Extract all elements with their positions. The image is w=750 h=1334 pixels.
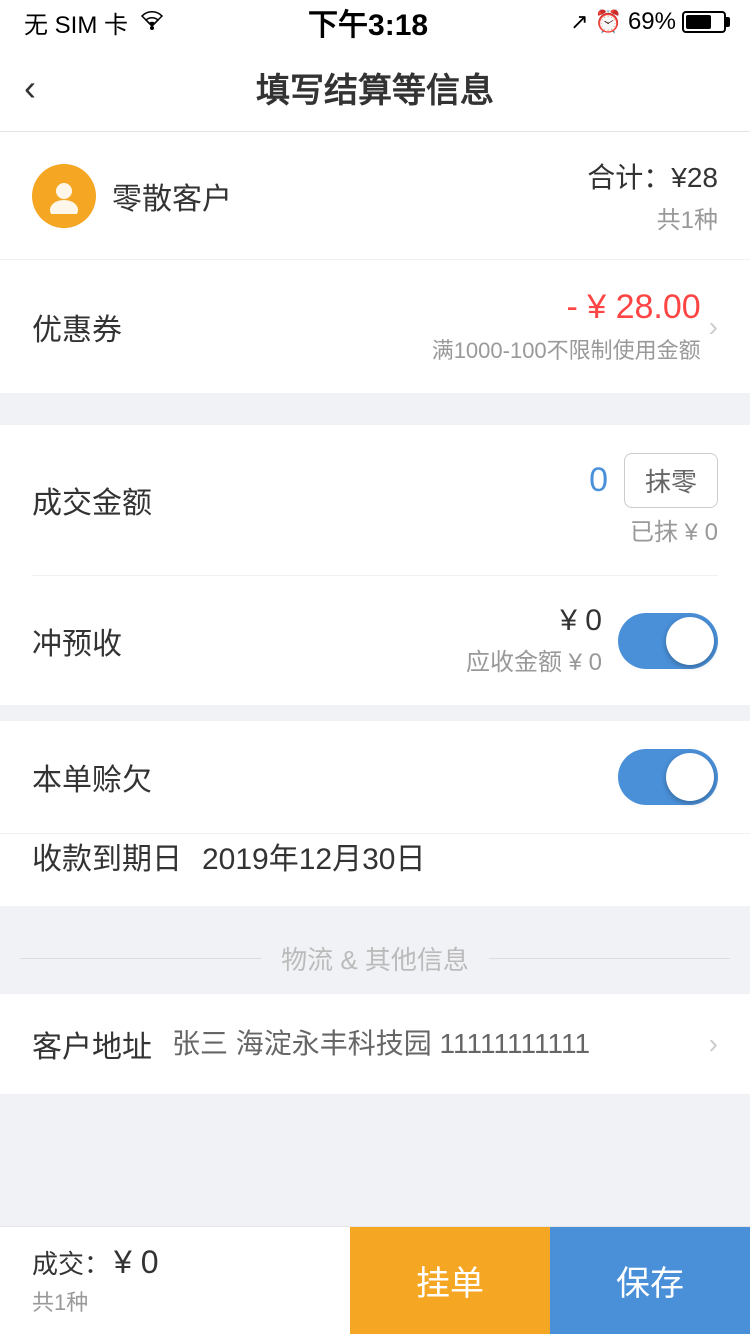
location-icon: ↗ <box>570 9 588 35</box>
status-bar: 无 SIM 卡 下午3:18 ↗ ⏰ 69% <box>0 0 750 44</box>
back-button[interactable]: ‹ <box>24 67 36 109</box>
transaction-amount-row: 成交金额 0 抹零 已抹 ¥ 0 <box>32 425 718 576</box>
debt-toggle-thumb <box>666 753 714 801</box>
coupon-info: - ¥ 28.00 满1000-100不限制使用金额 <box>432 288 701 365</box>
prereceive-toggle[interactable] <box>618 613 718 669</box>
alarm-icon: ⏰ <box>595 9 622 35</box>
debt-toggle[interactable] <box>618 749 718 805</box>
deal-label: 成交： <box>32 1244 110 1281</box>
nav-bar: ‹ 填写结算等信息 <box>0 44 750 132</box>
logistics-line-left <box>20 958 261 959</box>
customer-row: 零散客户 合计：¥28 共1种 <box>0 132 750 259</box>
carrier-text: 无 SIM 卡 <box>24 5 128 40</box>
coupon-description: 满1000-100不限制使用金额 <box>432 333 701 365</box>
coupon-label: 优惠券 <box>32 305 122 349</box>
amount-value[interactable]: 0 <box>589 461 608 500</box>
logistics-line-right <box>489 958 730 959</box>
status-time: 下午3:18 <box>308 0 428 44</box>
bottom-info: 成交： ¥ 0 共1种 <box>0 1244 350 1317</box>
toggle-thumb <box>666 617 714 665</box>
customer-name: 零散客户 <box>112 174 232 218</box>
separator-2 <box>0 705 750 721</box>
prereceive-amount: ¥ 0 <box>466 604 602 638</box>
amount-label: 成交金额 <box>32 478 152 522</box>
bottom-bar: 成交： ¥ 0 共1种 挂单 保存 <box>0 1226 750 1334</box>
due-date-label: 收款到期日 <box>32 834 182 878</box>
address-content: 客户地址 张三 海淀永丰科技园 11111111111 <box>32 1022 590 1066</box>
separator-1 <box>0 409 750 425</box>
coupon-row[interactable]: 优惠券 - ¥ 28.00 满1000-100不限制使用金额 › <box>0 259 750 393</box>
address-section[interactable]: 客户地址 张三 海淀永丰科技园 11111111111 › <box>0 994 750 1094</box>
bottom-spacer <box>0 1094 750 1214</box>
logistics-separator: 物流 & 其他信息 <box>0 922 750 994</box>
status-left: 无 SIM 卡 <box>24 5 166 40</box>
debt-label: 本单赊欠 <box>32 755 152 799</box>
wifi-icon <box>138 8 166 37</box>
deal-amount: ¥ 0 <box>114 1244 158 1281</box>
total-count: 共1种 <box>587 200 718 235</box>
customer-info: 零散客户 <box>32 164 232 228</box>
coupon-discount: - ¥ 28.00 <box>432 288 701 327</box>
rounded-sub: 已抹 ¥ 0 <box>589 512 718 547</box>
chevron-right-icon: › <box>709 311 718 343</box>
battery-percent: 69% <box>628 8 676 36</box>
amount-controls: 0 抹零 <box>589 453 718 508</box>
status-right: ↗ ⏰ 69% <box>570 8 726 36</box>
prereceive-right: ¥ 0 应收金额 ¥ 0 <box>466 604 718 677</box>
logistics-label: 物流 & 其他信息 <box>281 940 469 977</box>
customer-total: 合计：¥28 共1种 <box>587 156 718 235</box>
deal-count: 共1种 <box>32 1285 318 1317</box>
amount-section: 成交金额 0 抹零 已抹 ¥ 0 冲预收 ¥ 0 应收金额 ¥ 0 <box>0 425 750 705</box>
address-label: 客户地址 <box>32 1022 152 1066</box>
prereceive-info: ¥ 0 应收金额 ¥ 0 <box>466 604 602 677</box>
debt-section: 本单赊欠 收款到期日 2019年12月30日 <box>0 721 750 906</box>
coupon-right: - ¥ 28.00 满1000-100不限制使用金额 › <box>432 288 718 365</box>
save-button-label: 保存 <box>616 1256 684 1305</box>
battery-icon <box>682 11 726 33</box>
save-button[interactable]: 保存 <box>550 1227 750 1334</box>
address-chevron-icon: › <box>709 1028 718 1060</box>
due-date-value: 2019年12月30日 <box>202 834 425 878</box>
hang-button-label: 挂单 <box>416 1256 484 1305</box>
hang-button[interactable]: 挂单 <box>350 1227 550 1334</box>
prereceive-row: 冲预收 ¥ 0 应收金额 ¥ 0 <box>32 576 718 705</box>
prereceive-label: 冲预收 <box>32 619 122 663</box>
avatar <box>32 164 96 228</box>
page-title: 填写结算等信息 <box>256 63 494 112</box>
address-value: 张三 海淀永丰科技园 11111111111 <box>172 1022 590 1062</box>
debt-row: 本单赊欠 <box>0 721 750 833</box>
round-zero-button[interactable]: 抹零 <box>624 453 718 508</box>
total-amount: 合计：¥28 <box>587 156 718 196</box>
customer-section: 零散客户 合计：¥28 共1种 优惠券 - ¥ 28.00 满1000-100不… <box>0 132 750 393</box>
due-date-row: 收款到期日 2019年12月30日 <box>0 833 750 906</box>
prereceive-sub: 应收金额 ¥ 0 <box>466 642 602 677</box>
